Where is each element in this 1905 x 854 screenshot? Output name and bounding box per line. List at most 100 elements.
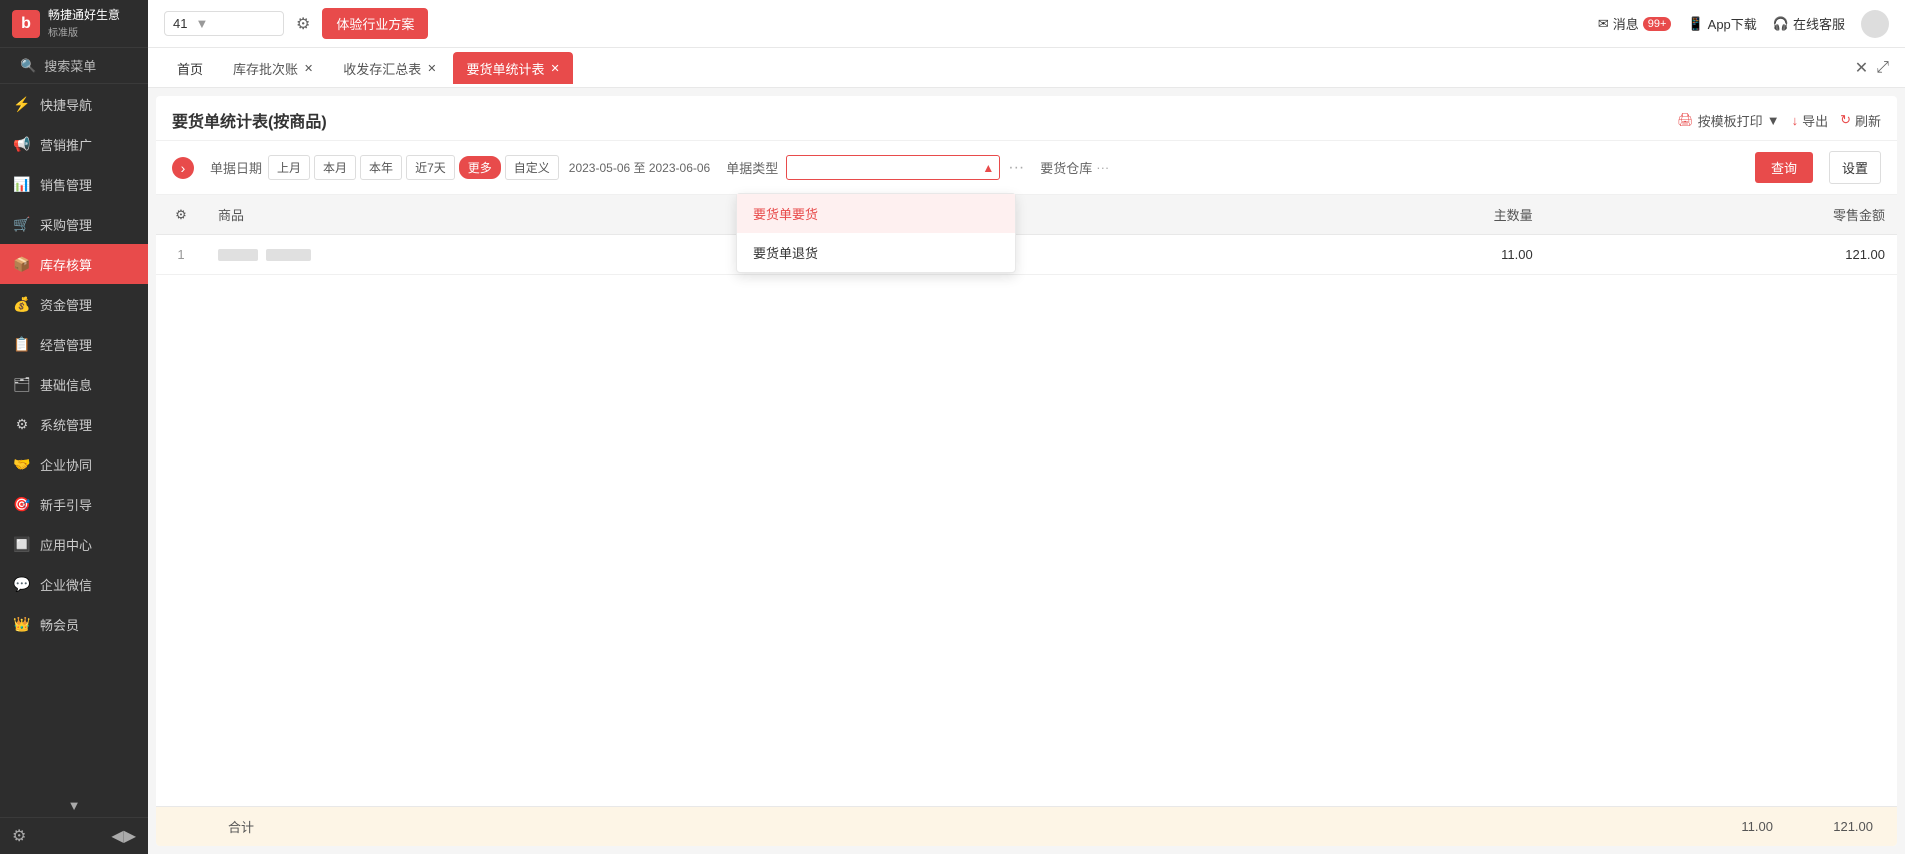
sidebar-item-finance[interactable]: 💰 资金管理 bbox=[0, 284, 148, 324]
data-table: ⚙ 商品 主计量单位 主数量 零售金额 1 bbox=[156, 195, 1897, 275]
tab-batch-stock[interactable]: 库存批次账 ✕ bbox=[220, 52, 326, 84]
online-service-action[interactable]: 🎧 在线客服 bbox=[1773, 14, 1845, 33]
sidebar-item-wechat[interactable]: 💬 企业微信 bbox=[0, 564, 148, 604]
tabs-expand[interactable]: ⤢ bbox=[1876, 59, 1889, 77]
this-year-btn[interactable]: 本年 bbox=[360, 155, 402, 180]
sidebar-item-operations[interactable]: 📋 经营管理 bbox=[0, 324, 148, 364]
table-header-settings[interactable]: ⚙ bbox=[156, 195, 206, 235]
sidebar-search[interactable]: 🔍 搜索菜单 bbox=[0, 48, 148, 84]
header-right: ✉ 消息 99+ 📱 App下载 🎧 在线客服 bbox=[1598, 10, 1889, 38]
member-icon: 👑 bbox=[12, 614, 32, 634]
sidebar: b 畅捷通好生意 标准版 🔍 搜索菜单 ⚡ 快捷导航 📢 营销推广 📊 销售管理… bbox=[0, 0, 148, 854]
close-recv-summary-tab[interactable]: ✕ bbox=[427, 62, 436, 75]
trial-button[interactable]: 体验行业方案 bbox=[322, 8, 428, 39]
page-title: 要货单统计表(按商品) bbox=[172, 108, 327, 132]
sidebar-scroll-down[interactable]: ▼ bbox=[0, 794, 148, 817]
sidebar-item-marketing[interactable]: 📢 营销推广 bbox=[0, 124, 148, 164]
settings-row-button[interactable]: 设置 bbox=[1829, 151, 1881, 184]
sidebar-item-member[interactable]: 👑 畅会员 bbox=[0, 604, 148, 644]
app-center-icon: 🔲 bbox=[12, 534, 32, 554]
footer-amount: 121.00 bbox=[1785, 819, 1885, 834]
doc-type-label: 单据类型 bbox=[726, 158, 778, 177]
table-container: ⚙ 商品 主计量单位 主数量 零售金额 1 bbox=[156, 195, 1897, 806]
sidebar-item-guide[interactable]: 🎯 新手引导 bbox=[0, 484, 148, 524]
company-dropdown-arrow: ▼ bbox=[195, 16, 208, 31]
date-filter: 单据日期 上月 本月 本年 近7天 更多 自定义 2023-05-06 至 20… bbox=[210, 155, 710, 180]
message-icon: ✉ bbox=[1598, 16, 1609, 32]
date-filter-label: 单据日期 bbox=[210, 158, 262, 177]
dropdown-item-order-return[interactable]: 要货单退货 bbox=[737, 233, 1015, 272]
table-header-qty: 主数量 bbox=[1192, 195, 1544, 235]
sidebar-item-system[interactable]: ⚙ 系统管理 bbox=[0, 404, 148, 444]
purchase-icon: 🛒 bbox=[12, 214, 32, 234]
phone-icon: 📱 bbox=[1687, 16, 1703, 32]
product-bar-1 bbox=[218, 249, 258, 261]
header-settings-icon[interactable]: ⚙ bbox=[296, 14, 310, 34]
tabs-bar: 首页 库存批次账 ✕ 收发存汇总表 ✕ 要货单统计表 ✕ ✕ ⤢ bbox=[148, 48, 1905, 88]
custom-date-btn[interactable]: 自定义 bbox=[505, 155, 559, 180]
service-icon: 🎧 bbox=[1773, 16, 1789, 32]
sidebar-logo: b 畅捷通好生意 标准版 bbox=[0, 0, 148, 48]
tabs-close-all[interactable]: ✕ bbox=[1855, 58, 1868, 78]
warehouse-more[interactable]: ··· bbox=[1096, 160, 1109, 175]
inventory-icon: 📦 bbox=[12, 254, 32, 274]
sidebar-item-basic[interactable]: 🗂 基础信息 bbox=[0, 364, 148, 404]
sidebar-item-enterprise[interactable]: 🤝 企业协同 bbox=[0, 444, 148, 484]
app-download-action[interactable]: 📱 App下载 bbox=[1687, 14, 1756, 33]
sales-icon: 📊 bbox=[12, 174, 32, 194]
filter-row: › 单据日期 上月 本月 本年 近7天 更多 自定义 2023-05-06 至 … bbox=[156, 141, 1897, 195]
sidebar-item-purchase[interactable]: 🛒 采购管理 bbox=[0, 204, 148, 244]
user-avatar[interactable] bbox=[1861, 10, 1889, 38]
sidebar-item-quick-nav[interactable]: ⚡ 快捷导航 bbox=[0, 84, 148, 124]
row-num: 1 bbox=[156, 235, 206, 275]
export-button[interactable]: ↓ 导出 bbox=[1792, 111, 1829, 130]
refresh-button[interactable]: ↻ 刷新 bbox=[1840, 111, 1881, 130]
more-dates-btn[interactable]: 更多 bbox=[459, 156, 501, 179]
last-7days-btn[interactable]: 近7天 bbox=[406, 155, 455, 180]
operations-icon: 📋 bbox=[12, 334, 32, 354]
sidebar-item-inventory[interactable]: 📦 库存核算 bbox=[0, 244, 148, 284]
top-header: 41 ▼ ⚙ 体验行业方案 ✉ 消息 99+ 📱 App下载 🎧 在线客服 bbox=[148, 0, 1905, 48]
header-left: 41 ▼ ⚙ 体验行业方案 bbox=[164, 8, 428, 39]
table-footer: 合计 11.00 121.00 bbox=[156, 806, 1897, 846]
query-button[interactable]: 查询 bbox=[1755, 152, 1813, 183]
doc-type-select-wrapper: ▲ bbox=[786, 155, 1000, 180]
guide-icon: 🎯 bbox=[12, 494, 32, 514]
sidebar-item-app-center[interactable]: 🔲 应用中心 bbox=[0, 524, 148, 564]
quick-nav-icon: ⚡ bbox=[12, 94, 32, 114]
enterprise-icon: 🤝 bbox=[12, 454, 32, 474]
tabs-controls: ✕ ⤢ bbox=[1855, 58, 1889, 78]
page-content: 要货单统计表(按商品) 🖨 按模板打印 ▼ ↓ 导出 ↻ 刷新 › bbox=[156, 96, 1897, 846]
table-header-amount: 零售金额 bbox=[1545, 195, 1897, 235]
doc-type-input[interactable] bbox=[786, 155, 1000, 180]
finance-icon: 💰 bbox=[12, 294, 32, 314]
footer-label: 合计 bbox=[168, 817, 408, 836]
print-icon: 🖨 bbox=[1677, 112, 1694, 128]
main-content: 41 ▼ ⚙ 体验行业方案 ✉ 消息 99+ 📱 App下载 🎧 在线客服 bbox=[148, 0, 1905, 854]
doc-type-more[interactable]: ··· bbox=[1008, 159, 1024, 177]
refresh-icon: ↻ bbox=[1840, 112, 1851, 128]
sidebar-nav: ⚡ 快捷导航 📢 营销推广 📊 销售管理 🛒 采购管理 📦 库存核算 💰 资金管… bbox=[0, 84, 148, 794]
this-month-btn[interactable]: 本月 bbox=[314, 155, 356, 180]
table-row: 1 块 11.00 121.00 bbox=[156, 235, 1897, 275]
footer-qty: 11.00 bbox=[1685, 819, 1785, 834]
settings-icon[interactable]: ⚙ bbox=[12, 826, 26, 846]
filter-expand-button[interactable]: › bbox=[172, 157, 194, 179]
tab-order-summary[interactable]: 要货单统计表 ✕ bbox=[453, 52, 572, 84]
tab-recv-summary[interactable]: 收发存汇总表 ✕ bbox=[330, 52, 449, 84]
close-batch-stock-tab[interactable]: ✕ bbox=[304, 62, 313, 75]
collapse-icon[interactable]: ◀▶ bbox=[111, 826, 136, 846]
company-selector[interactable]: 41 ▼ bbox=[164, 11, 284, 36]
dropdown-item-order-goods[interactable]: 要货单要货 bbox=[737, 194, 1015, 233]
sidebar-item-sales[interactable]: 📊 销售管理 bbox=[0, 164, 148, 204]
tab-home[interactable]: 首页 bbox=[164, 52, 216, 84]
print-button[interactable]: 🖨 按模板打印 ▼ bbox=[1677, 111, 1779, 130]
page-actions: 🖨 按模板打印 ▼ ↓ 导出 ↻ 刷新 bbox=[1677, 111, 1881, 130]
messages-action[interactable]: ✉ 消息 99+ bbox=[1598, 14, 1672, 33]
close-order-summary-tab[interactable]: ✕ bbox=[551, 62, 560, 75]
last-month-btn[interactable]: 上月 bbox=[268, 155, 310, 180]
row-qty: 11.00 bbox=[1192, 235, 1544, 275]
date-options: 上月 本月 本年 近7天 更多 自定义 bbox=[268, 155, 559, 180]
doc-type-filter: 单据类型 ▲ ··· bbox=[726, 155, 1024, 180]
marketing-icon: 📢 bbox=[12, 134, 32, 154]
